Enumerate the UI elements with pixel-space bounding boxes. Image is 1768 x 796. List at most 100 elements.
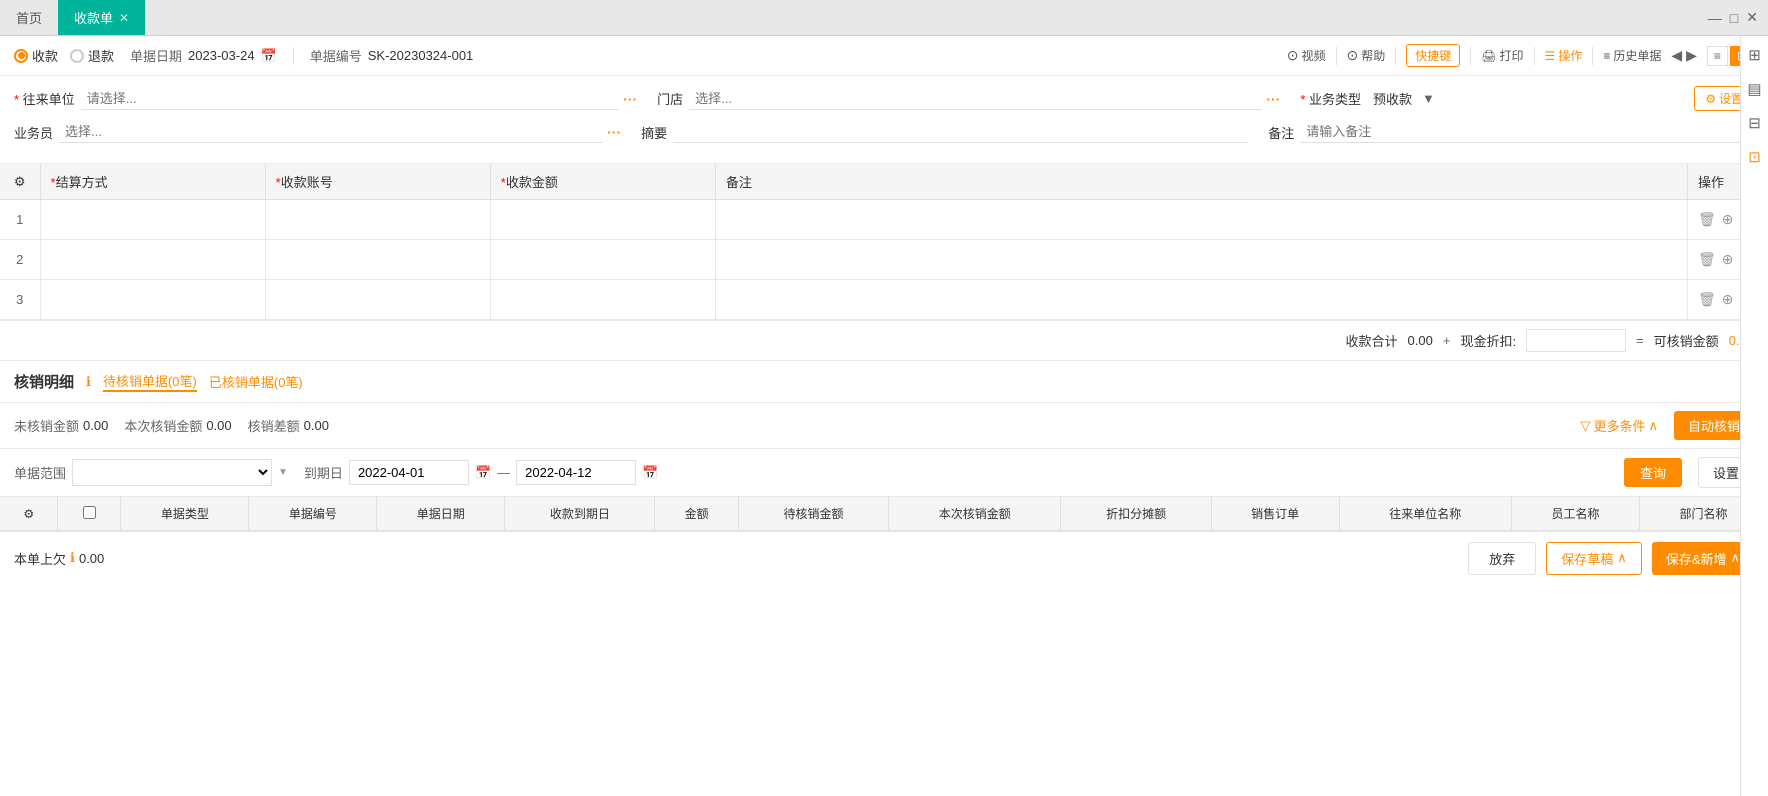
receipt-table: ⚙ *结算方式 *收款账号 *收款金额 备注 操作 1 🗑 ⊕ (0, 164, 1768, 320)
filter-row: 未核销金额 0.00 本次核销金额 0.00 核销差额 0.00 ▽ 更多条件 … (0, 403, 1768, 449)
cell-amount[interactable] (490, 240, 715, 280)
detail-col-本次核销金额: 本次核销金额 (889, 497, 1061, 531)
total-label: 收款合计 (1346, 331, 1398, 350)
cell-settle-method[interactable] (40, 240, 265, 280)
store-input[interactable] (689, 88, 1262, 110)
salesperson-more-icon[interactable]: ··· (607, 124, 621, 140)
store-label: 门店 (657, 89, 689, 108)
cell-note[interactable] (715, 240, 1687, 280)
detail-col-金额: 金额 (655, 497, 738, 531)
more-conditions-btn[interactable]: ▽ 更多条件 ∧ (1580, 416, 1658, 435)
detail-info-icon[interactable]: ℹ (86, 374, 91, 390)
query-btn[interactable]: 查询 (1624, 458, 1682, 487)
business-dropdown-icon[interactable]: ▼ (1422, 91, 1435, 106)
cell-settle-method[interactable] (40, 200, 265, 240)
calendar-icon[interactable]: 📅 (261, 48, 277, 64)
cell-note[interactable] (715, 280, 1687, 320)
tab-pending[interactable]: 待核销单据(0笔) (103, 371, 197, 392)
help-btn[interactable]: ⊙ 帮助 (1347, 47, 1386, 64)
partner-input[interactable] (81, 88, 619, 110)
help-icon: ⊙ (1347, 47, 1359, 64)
discount-input[interactable] (1526, 329, 1626, 352)
draft-btn[interactable]: 保存草稿 ∧ (1546, 542, 1642, 575)
info-icon[interactable]: ℹ (70, 550, 75, 566)
tab-close-icon[interactable]: ✕ (119, 11, 129, 25)
date-from-icon[interactable]: 📅 (475, 465, 491, 481)
salesperson-input[interactable] (59, 121, 603, 143)
date-field: 单据日期 2023-03-24 📅 (130, 46, 277, 65)
save-btn[interactable]: 保存&新增 ∧ (1652, 542, 1754, 575)
partner-more-icon[interactable]: ··· (623, 91, 637, 107)
maximize-btn[interactable]: □ (1730, 10, 1738, 26)
col-settle-method: *结算方式 (40, 164, 265, 200)
radio-receipt-dot (14, 49, 28, 63)
cell-amount[interactable] (490, 200, 715, 240)
select-all-checkbox[interactable] (83, 506, 96, 519)
table-settings-col[interactable]: ⚙ (0, 164, 40, 200)
range-select[interactable] (72, 459, 272, 486)
cell-account[interactable] (265, 200, 490, 240)
due-date-range: 到期日 📅 — 📅 (304, 460, 658, 485)
unverified-value: 0.00 (83, 418, 108, 433)
partner-field: 往来单位 ··· (14, 88, 637, 110)
business-type-label: 业务类型 (1300, 89, 1367, 108)
date-from-input[interactable] (349, 460, 469, 485)
list-view-btn[interactable]: ≡ (1707, 46, 1728, 66)
prev-arrow[interactable]: ◀ (1671, 47, 1682, 64)
delete-icon[interactable]: 🗑 (1698, 291, 1716, 308)
tab-home[interactable]: 首页 (0, 0, 58, 35)
minimize-btn[interactable]: — (1708, 10, 1722, 26)
col-amount: *收款金额 (490, 164, 715, 200)
divider-1 (293, 47, 294, 65)
divider-6 (1592, 47, 1593, 65)
delete-icon[interactable]: 🗑 (1698, 211, 1716, 228)
radio-refund[interactable]: 退款 (70, 46, 114, 65)
cell-note[interactable] (715, 200, 1687, 240)
radio-receipt[interactable]: 收款 (14, 46, 58, 65)
detail-table-wrapper: ⚙单据类型单据编号单据日期收款到期日金额待核销金额本次核销金额折扣分摊额销售订单… (0, 497, 1768, 531)
search-filter: 单据范围 ▼ 到期日 📅 — 📅 查询 设置 (0, 449, 1768, 497)
cell-amount[interactable] (490, 280, 715, 320)
eq-sign: = (1636, 333, 1644, 348)
tab-done[interactable]: 已核销单据(0笔) (209, 372, 303, 391)
note-input[interactable] (1300, 121, 1754, 143)
copy-icon[interactable]: ⊕ (1722, 251, 1734, 268)
tab-receipt[interactable]: 收款单 ✕ (58, 0, 145, 35)
close-btn[interactable]: ✕ (1746, 9, 1758, 26)
settings-icon: ⚙ (1705, 92, 1716, 106)
store-more-icon[interactable]: ··· (1266, 91, 1280, 107)
copy-icon[interactable]: ⊕ (1722, 211, 1734, 228)
detail-check-col[interactable] (58, 497, 121, 531)
detail-col-单据日期: 单据日期 (377, 497, 505, 531)
form-row-2: 业务员 ··· 摘要 备注 (14, 121, 1754, 143)
print-btn[interactable]: 🖨 打印 (1481, 47, 1523, 64)
copy-icon[interactable]: ⊕ (1722, 291, 1734, 308)
video-icon: ⊙ (1287, 47, 1299, 64)
gear-icon: ⚙ (14, 174, 26, 189)
date-to-input[interactable] (516, 460, 636, 485)
delete-icon[interactable]: 🗑 (1698, 251, 1716, 268)
row-num: 1 (0, 200, 40, 240)
current-label: 本次核销金额 (124, 416, 202, 435)
table-row: 2 🗑 ⊕ (0, 240, 1768, 280)
cell-account[interactable] (265, 280, 490, 320)
ops-btn[interactable]: ☰ 操作 (1545, 47, 1583, 64)
date-to-icon[interactable]: 📅 (642, 465, 658, 481)
summary-input[interactable] (673, 121, 1248, 143)
cell-account[interactable] (265, 240, 490, 280)
list-sidebar-icon[interactable]: ▤ (1747, 80, 1761, 98)
cell-settle-method[interactable] (40, 280, 265, 320)
current-value: 0.00 (206, 418, 231, 433)
next-arrow[interactable]: ▶ (1686, 47, 1697, 64)
range-field: 单据范围 ▼ (14, 459, 288, 486)
history-btn[interactable]: ≡ 历史单据 (1603, 47, 1661, 64)
detail-col-单据类型: 单据类型 (121, 497, 249, 531)
abandon-btn[interactable]: 放弃 (1468, 542, 1536, 575)
attach-sidebar-icon[interactable]: ⊟ (1748, 114, 1761, 132)
core-detail-section: 核销明细 ℹ 待核销单据(0笔) 已核销单据(0笔) 未核销金额 0.00 本次… (0, 361, 1768, 796)
video-btn[interactable]: ⊙ 视频 (1287, 47, 1326, 64)
expand-sidebar-icon[interactable]: ⊡ (1748, 148, 1761, 166)
detail-gear-col[interactable]: ⚙ (0, 497, 58, 531)
shortcut-btn[interactable]: 快捷键 (1406, 44, 1460, 67)
table-sidebar-icon[interactable]: ⊞ (1748, 46, 1761, 64)
